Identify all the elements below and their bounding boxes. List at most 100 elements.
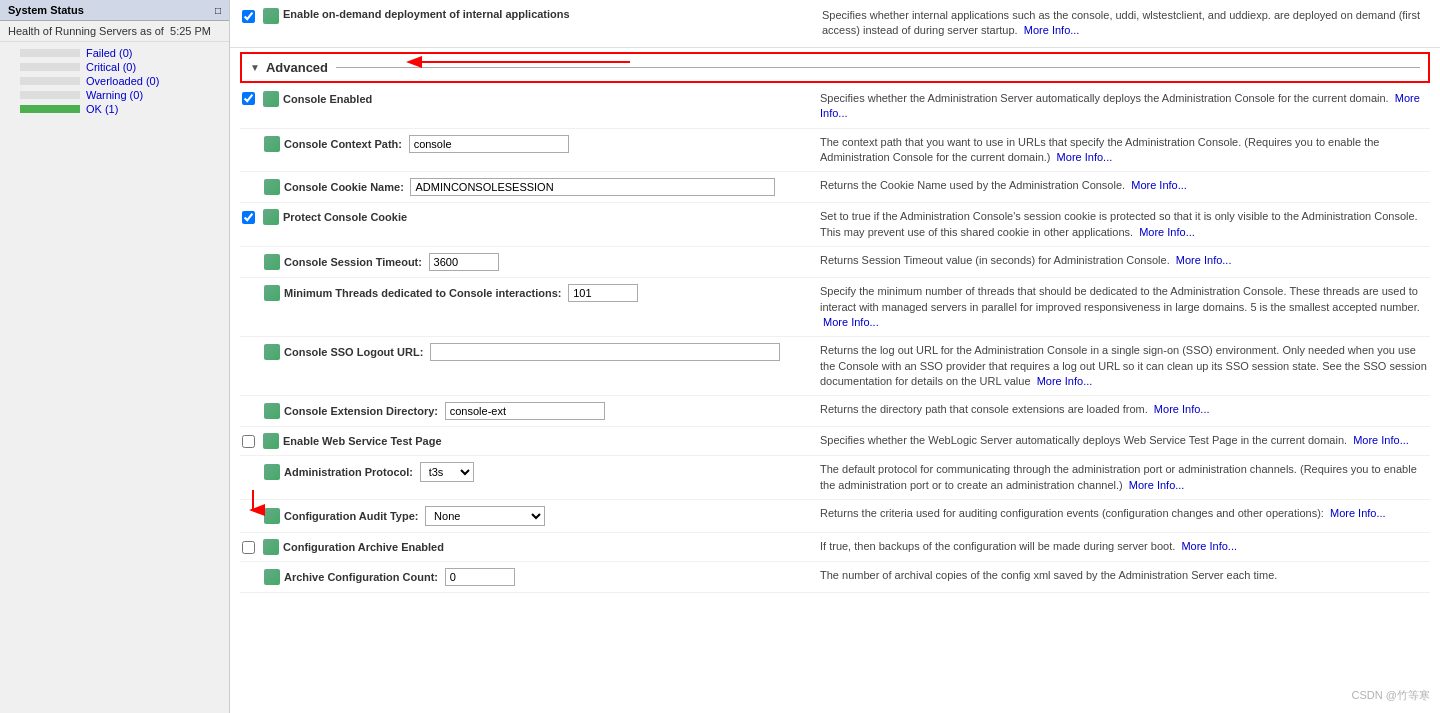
configuration-audit-type-more-info[interactable]: More Info... xyxy=(1330,507,1386,519)
status-row-critical: Critical (0) xyxy=(0,60,229,74)
console-context-path-label: Console Context Path: xyxy=(284,138,402,150)
on-demand-deploy-checkbox[interactable] xyxy=(242,10,255,23)
administration-protocol-description: The default protocol for communicating t… xyxy=(810,462,1430,493)
status-row-ok: OK (1) xyxy=(0,102,229,116)
main-content: Enable on-demand deployment of internal … xyxy=(230,0,1440,713)
status-bar-failed xyxy=(20,49,80,57)
console-session-timeout-more-info[interactable]: More Info... xyxy=(1176,254,1232,266)
archive-configuration-count-label: Archive Configuration Count: xyxy=(284,571,438,583)
configuration-archive-enabled-icon xyxy=(263,539,279,555)
status-bar-ok xyxy=(20,105,80,113)
advanced-label: Advanced xyxy=(266,60,328,75)
protect-console-cookie-description: Set to true if the Administration Consol… xyxy=(810,209,1430,240)
console-context-path-input[interactable] xyxy=(409,135,569,153)
status-link-ok[interactable]: OK (1) xyxy=(86,103,118,115)
advanced-divider xyxy=(336,67,1420,68)
sidebar: System Status □ Health of Running Server… xyxy=(0,0,230,713)
console-extension-directory-description: Returns the directory path that console … xyxy=(810,402,1430,417)
on-demand-label: Enable on-demand deployment of internal … xyxy=(283,8,570,20)
console-session-timeout-icon xyxy=(264,254,280,270)
console-cookie-name-icon xyxy=(264,179,280,195)
configuration-audit-type-label: Configuration Audit Type: xyxy=(284,510,418,522)
min-threads-icon xyxy=(264,285,280,301)
console-context-path-more-info[interactable]: More Info... xyxy=(1057,151,1113,163)
configuration-archive-enabled-more-info[interactable]: More Info... xyxy=(1181,540,1237,552)
enable-web-service-test-page-label: Enable Web Service Test Page xyxy=(283,435,442,447)
protect-console-cookie-checkbox[interactable] xyxy=(242,211,255,224)
enable-web-service-test-page-description: Specifies whether the WebLogic Server au… xyxy=(810,433,1430,448)
console-sso-logout-url-row: Console SSO Logout URL: Returns the log … xyxy=(240,337,1430,396)
console-cookie-name-more-info[interactable]: More Info... xyxy=(1131,179,1187,191)
console-cookie-name-input[interactable] xyxy=(410,178,775,196)
archive-configuration-count-input[interactable] xyxy=(445,568,515,586)
console-context-path-description: The context path that you want to use in… xyxy=(810,135,1430,166)
configuration-archive-enabled-description: If true, then backups of the configurati… xyxy=(810,539,1430,554)
configuration-audit-type-icon xyxy=(264,508,280,524)
archive-configuration-count-description: The number of archival copies of the con… xyxy=(810,568,1430,583)
status-link-failed[interactable]: Failed (0) xyxy=(86,47,132,59)
console-session-timeout-input[interactable] xyxy=(429,253,499,271)
console-extension-directory-row: Console Extension Directory: Returns the… xyxy=(240,396,1430,427)
configuration-archive-enabled-row: Configuration Archive Enabled If true, t… xyxy=(240,533,1430,562)
protect-console-cookie-more-info[interactable]: More Info... xyxy=(1139,226,1195,238)
min-threads-description: Specify the minimum number of threads th… xyxy=(810,284,1430,330)
status-link-critical[interactable]: Critical (0) xyxy=(86,61,136,73)
advanced-triangle-icon[interactable]: ▼ xyxy=(250,62,260,73)
configuration-audit-type-description: Returns the criteria used for auditing c… xyxy=(810,506,1430,521)
console-extension-directory-icon xyxy=(264,403,280,419)
administration-protocol-row: Administration Protocol: t3s t3 https ht… xyxy=(240,456,1430,500)
administration-protocol-select[interactable]: t3s t3 https http xyxy=(420,462,474,482)
sidebar-title-text: System Status xyxy=(8,4,84,16)
on-demand-description: Specifies whether internal applications … xyxy=(812,8,1428,39)
console-enabled-checkbox[interactable] xyxy=(242,92,255,105)
administration-protocol-more-info[interactable]: More Info... xyxy=(1129,479,1185,491)
console-enabled-row: Console Enabled Specifies whether the Ad… xyxy=(240,85,1430,129)
configuration-audit-type-row: Configuration Audit Type: None Change Lo… xyxy=(240,500,1430,533)
min-threads-label: Minimum Threads dedicated to Console int… xyxy=(284,287,561,299)
min-threads-more-info[interactable]: More Info... xyxy=(823,316,879,328)
console-enabled-icon xyxy=(263,91,279,107)
configuration-audit-type-select[interactable]: None Change Log Change Audit Both xyxy=(425,506,545,526)
status-link-warning[interactable]: Warning (0) xyxy=(86,89,143,101)
console-extension-directory-more-info[interactable]: More Info... xyxy=(1154,403,1210,415)
console-sso-logout-url-more-info[interactable]: More Info... xyxy=(1037,375,1093,387)
enable-web-service-test-page-more-info[interactable]: More Info... xyxy=(1353,434,1409,446)
min-threads-input[interactable] xyxy=(568,284,638,302)
sidebar-close-button[interactable]: □ xyxy=(215,5,221,16)
health-timestamp: 5:25 PM xyxy=(170,25,211,37)
enable-web-service-test-page-checkbox[interactable] xyxy=(242,435,255,448)
protect-console-cookie-icon xyxy=(263,209,279,225)
console-session-timeout-label: Console Session Timeout: xyxy=(284,256,422,268)
status-row-warning: Warning (0) xyxy=(0,88,229,102)
console-sso-logout-url-label: Console SSO Logout URL: xyxy=(284,346,423,358)
archive-configuration-count-row: Archive Configuration Count: The number … xyxy=(240,562,1430,593)
console-session-timeout-description: Returns Session Timeout value (in second… xyxy=(810,253,1430,268)
console-extension-directory-input[interactable] xyxy=(445,402,605,420)
console-sso-logout-url-input[interactable] xyxy=(430,343,780,361)
console-cookie-name-label: Console Cookie Name: xyxy=(284,181,404,193)
console-enabled-more-info[interactable]: More Info... xyxy=(820,92,1420,119)
top-checkbox-row: Enable on-demand deployment of internal … xyxy=(230,0,1440,48)
sidebar-status-items: Failed (0) Critical (0) Overloaded (0) W… xyxy=(0,42,229,120)
enable-web-service-test-page-icon xyxy=(263,433,279,449)
on-demand-more-info[interactable]: More Info... xyxy=(1024,24,1080,36)
health-label: Health of Running Servers as of xyxy=(8,25,164,37)
status-bar-warning xyxy=(20,91,80,99)
archive-configuration-count-icon xyxy=(264,569,280,585)
console-session-timeout-row: Console Session Timeout: Returns Session… xyxy=(240,247,1430,278)
configuration-archive-enabled-checkbox[interactable] xyxy=(242,541,255,554)
console-sso-logout-url-description: Returns the log out URL for the Administ… xyxy=(810,343,1430,389)
advanced-header: ▼ Advanced xyxy=(250,56,1420,79)
status-bar-overloaded xyxy=(20,77,80,85)
status-bar-critical xyxy=(20,63,80,71)
on-demand-icon xyxy=(263,8,279,24)
administration-protocol-label: Administration Protocol: xyxy=(284,466,413,478)
console-enabled-label: Console Enabled xyxy=(283,93,372,105)
status-link-overloaded[interactable]: Overloaded (0) xyxy=(86,75,159,87)
form-section: Console Enabled Specifies whether the Ad… xyxy=(230,85,1440,593)
console-cookie-name-description: Returns the Cookie Name used by the Admi… xyxy=(810,178,1430,193)
console-sso-logout-url-icon xyxy=(264,344,280,360)
console-extension-directory-label: Console Extension Directory: xyxy=(284,405,438,417)
advanced-section-box: ▼ Advanced xyxy=(240,52,1430,83)
console-context-path-icon xyxy=(264,136,280,152)
